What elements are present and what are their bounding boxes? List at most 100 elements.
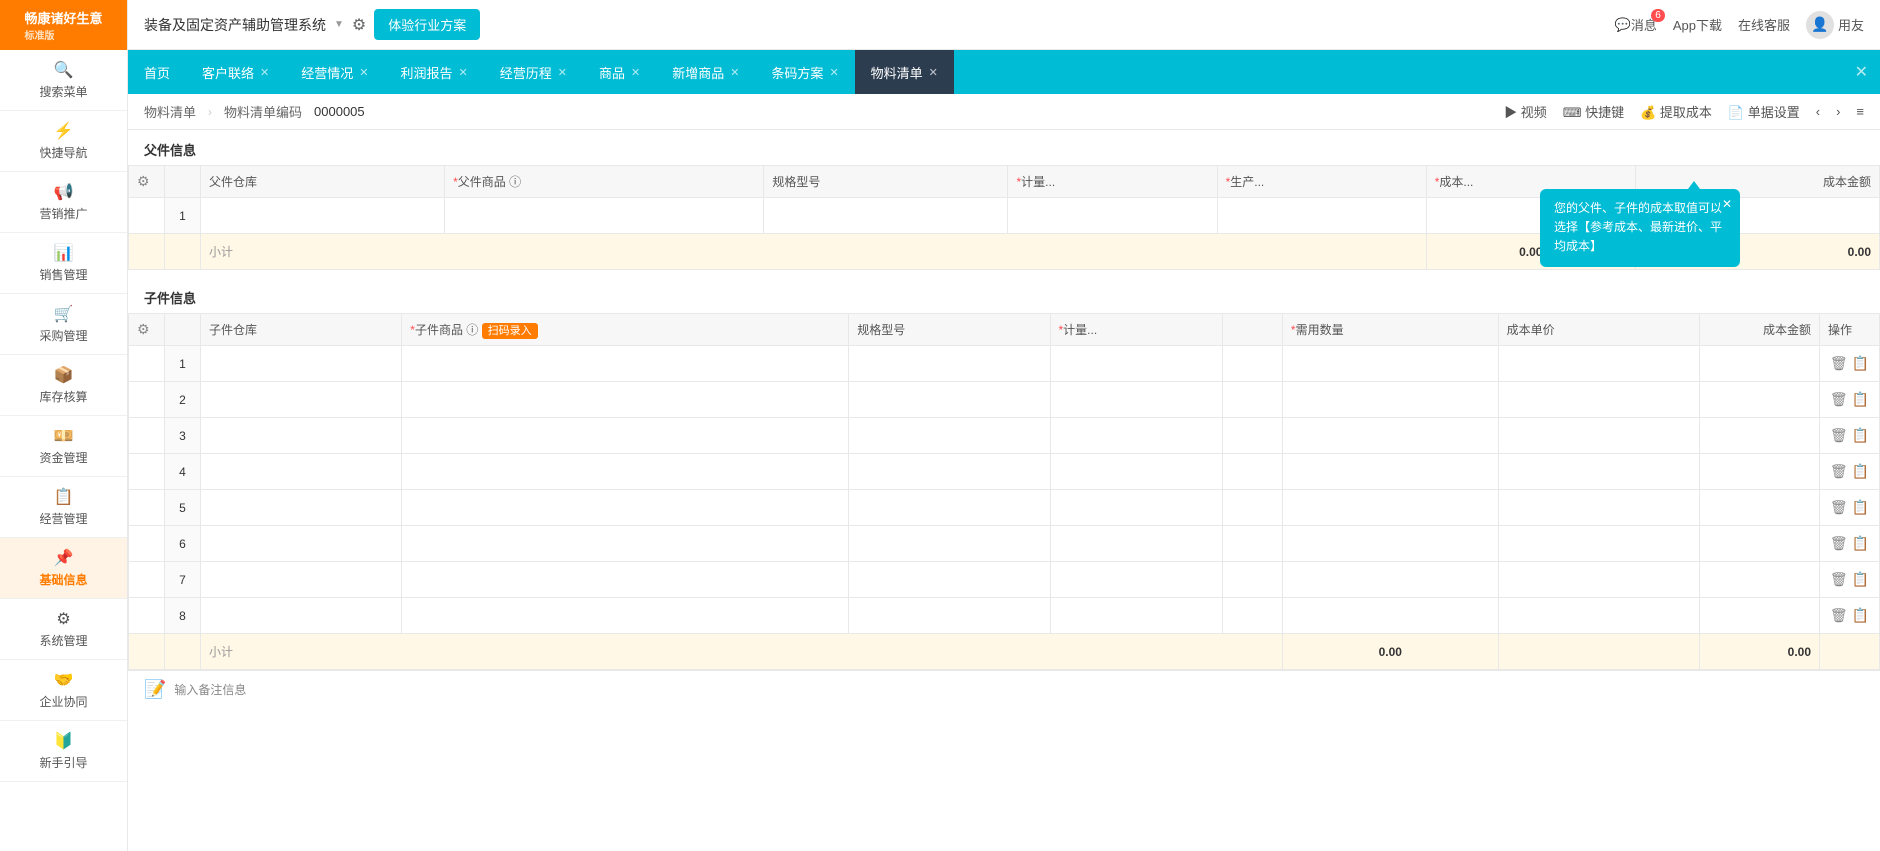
child-row3-cost-amount[interactable] bbox=[1700, 418, 1820, 454]
child-row6-product[interactable] bbox=[402, 526, 849, 562]
child-row1-spec[interactable] bbox=[849, 346, 1050, 382]
child-row4-spec[interactable] bbox=[849, 454, 1050, 490]
child-row8-product[interactable] bbox=[402, 598, 849, 634]
sidebar-item-sales[interactable]: 📊销售管理 bbox=[0, 233, 127, 294]
child-row4-unit-cost[interactable] bbox=[1498, 454, 1699, 490]
child-row7-copy-icon[interactable]: 📋 bbox=[1852, 571, 1869, 588]
child-row8-unit[interactable] bbox=[1050, 598, 1222, 634]
child-row7-qty[interactable] bbox=[1282, 562, 1498, 598]
child-row2-copy-icon[interactable]: 📋 bbox=[1852, 391, 1869, 408]
nav-tab-close-1[interactable]: ✕ bbox=[260, 66, 269, 79]
child-row6-qty[interactable] bbox=[1282, 526, 1498, 562]
child-row3-extra[interactable] bbox=[1222, 418, 1282, 454]
nav-tab-8[interactable]: 物料清单✕ bbox=[855, 50, 954, 94]
child-row7-unit[interactable] bbox=[1050, 562, 1222, 598]
view-mode-button[interactable]: ≡ bbox=[1856, 104, 1864, 119]
child-row7-extra[interactable] bbox=[1222, 562, 1282, 598]
child-row4-unit[interactable] bbox=[1050, 454, 1222, 490]
nav-tab-2[interactable]: 经营情况✕ bbox=[285, 50, 384, 94]
nav-next-button[interactable]: › bbox=[1836, 104, 1840, 119]
child-row3-unit[interactable] bbox=[1050, 418, 1222, 454]
parent-row1-produce[interactable] bbox=[1217, 198, 1426, 234]
child-row8-cost-amount[interactable] bbox=[1700, 598, 1820, 634]
child-row7-cost-amount[interactable] bbox=[1700, 562, 1820, 598]
child-row2-spec[interactable] bbox=[849, 382, 1050, 418]
child-row3-spec[interactable] bbox=[849, 418, 1050, 454]
nav-tab-1[interactable]: 客户联络✕ bbox=[186, 50, 285, 94]
parent-row1-spec[interactable] bbox=[764, 198, 1008, 234]
child-row1-warehouse[interactable] bbox=[201, 346, 402, 382]
child-row1-qty[interactable] bbox=[1282, 346, 1498, 382]
sidebar-item-basic-info[interactable]: 📌基础信息 bbox=[0, 538, 127, 599]
child-row3-unit-cost[interactable] bbox=[1498, 418, 1699, 454]
child-row4-cost-amount[interactable] bbox=[1700, 454, 1820, 490]
nav-tab-5[interactable]: 商品✕ bbox=[583, 50, 656, 94]
child-row8-delete-icon[interactable]: 🗑 bbox=[1830, 607, 1848, 624]
child-row5-copy-icon[interactable]: 📋 bbox=[1852, 499, 1869, 516]
child-row5-unit[interactable] bbox=[1050, 490, 1222, 526]
child-row6-cost-amount[interactable] bbox=[1700, 526, 1820, 562]
child-row4-delete-icon[interactable]: 🗑 bbox=[1830, 463, 1848, 480]
sidebar-item-operation[interactable]: 📋经营管理 bbox=[0, 477, 127, 538]
child-row8-copy-icon[interactable]: 📋 bbox=[1852, 607, 1869, 624]
child-setting-gear[interactable]: ⚙ bbox=[137, 321, 150, 337]
doc-settings-action[interactable]: 📄 单据设置 bbox=[1728, 102, 1800, 121]
shortcut-action[interactable]: ⌨ 快捷键 bbox=[1563, 102, 1624, 121]
child-row4-product[interactable] bbox=[402, 454, 849, 490]
nav-tab-close-6[interactable]: ✕ bbox=[730, 66, 739, 79]
nav-tab-3[interactable]: 利润报告✕ bbox=[384, 50, 483, 94]
child-row7-unit-cost[interactable] bbox=[1498, 562, 1699, 598]
child-row5-product[interactable] bbox=[402, 490, 849, 526]
add-row-icon[interactable]: 📝 bbox=[144, 679, 166, 700]
child-row6-unit-cost[interactable] bbox=[1498, 526, 1699, 562]
sidebar-item-marketing[interactable]: 📢营销推广 bbox=[0, 172, 127, 233]
nav-tab-7[interactable]: 条码方案✕ bbox=[755, 50, 854, 94]
parent-row1-warehouse[interactable] bbox=[201, 198, 445, 234]
child-row7-warehouse[interactable] bbox=[201, 562, 402, 598]
child-row6-spec[interactable] bbox=[849, 526, 1050, 562]
extract-cost-action[interactable]: 💰 提取成本 bbox=[1640, 102, 1712, 121]
sidebar-item-finance[interactable]: 💴资金管理 bbox=[0, 416, 127, 477]
scan-badge[interactable]: 扫码录入 bbox=[482, 323, 538, 339]
child-row1-cost-amount[interactable] bbox=[1700, 346, 1820, 382]
nav-tab-close-8[interactable]: ✕ bbox=[929, 66, 938, 79]
system-dropdown-arrow[interactable]: ▼ bbox=[334, 19, 344, 30]
child-row3-warehouse[interactable] bbox=[201, 418, 402, 454]
child-row4-extra[interactable] bbox=[1222, 454, 1282, 490]
child-row2-product[interactable] bbox=[402, 382, 849, 418]
child-row5-cost-amount[interactable] bbox=[1700, 490, 1820, 526]
child-row6-delete-icon[interactable]: 🗑 bbox=[1830, 535, 1848, 552]
online-service[interactable]: 在线客服 bbox=[1738, 15, 1790, 34]
parent-row1-unit[interactable] bbox=[1008, 198, 1217, 234]
child-row2-unit[interactable] bbox=[1050, 382, 1222, 418]
close-all-tabs-button[interactable]: ✕ bbox=[1843, 62, 1880, 82]
child-row4-warehouse[interactable] bbox=[201, 454, 402, 490]
nav-tab-0[interactable]: 首页 bbox=[128, 50, 186, 94]
child-row2-unit-cost[interactable] bbox=[1498, 382, 1699, 418]
sidebar-item-search[interactable]: 🔍搜索菜单 bbox=[0, 50, 127, 111]
nav-tab-close-5[interactable]: ✕ bbox=[631, 66, 640, 79]
parent-row1-product[interactable] bbox=[445, 198, 764, 234]
child-row6-extra[interactable] bbox=[1222, 526, 1282, 562]
gear-button[interactable]: ⚙ bbox=[352, 15, 366, 35]
child-row2-qty[interactable] bbox=[1282, 382, 1498, 418]
child-row5-unit-cost[interactable] bbox=[1498, 490, 1699, 526]
child-row3-delete-icon[interactable]: 🗑 bbox=[1830, 427, 1848, 444]
child-row6-unit[interactable] bbox=[1050, 526, 1222, 562]
child-row5-extra[interactable] bbox=[1222, 490, 1282, 526]
nav-tab-close-3[interactable]: ✕ bbox=[459, 66, 468, 79]
child-row5-qty[interactable] bbox=[1282, 490, 1498, 526]
nav-tab-4[interactable]: 经营历程✕ bbox=[484, 50, 583, 94]
experience-button[interactable]: 体验行业方案 bbox=[374, 9, 480, 40]
sidebar-item-purchase[interactable]: 🛒采购管理 bbox=[0, 294, 127, 355]
child-row5-warehouse[interactable] bbox=[201, 490, 402, 526]
child-row8-extra[interactable] bbox=[1222, 598, 1282, 634]
child-row2-warehouse[interactable] bbox=[201, 382, 402, 418]
child-row5-delete-icon[interactable]: 🗑 bbox=[1830, 499, 1848, 516]
child-row2-delete-icon[interactable]: 🗑 bbox=[1830, 391, 1848, 408]
nav-tab-6[interactable]: 新增商品✕ bbox=[656, 50, 755, 94]
child-row1-product[interactable] bbox=[402, 346, 849, 382]
child-row3-copy-icon[interactable]: 📋 bbox=[1852, 427, 1869, 444]
sidebar-item-quick-nav[interactable]: ⚡快捷导航 bbox=[0, 111, 127, 172]
sidebar-item-inventory[interactable]: 📦库存核算 bbox=[0, 355, 127, 416]
